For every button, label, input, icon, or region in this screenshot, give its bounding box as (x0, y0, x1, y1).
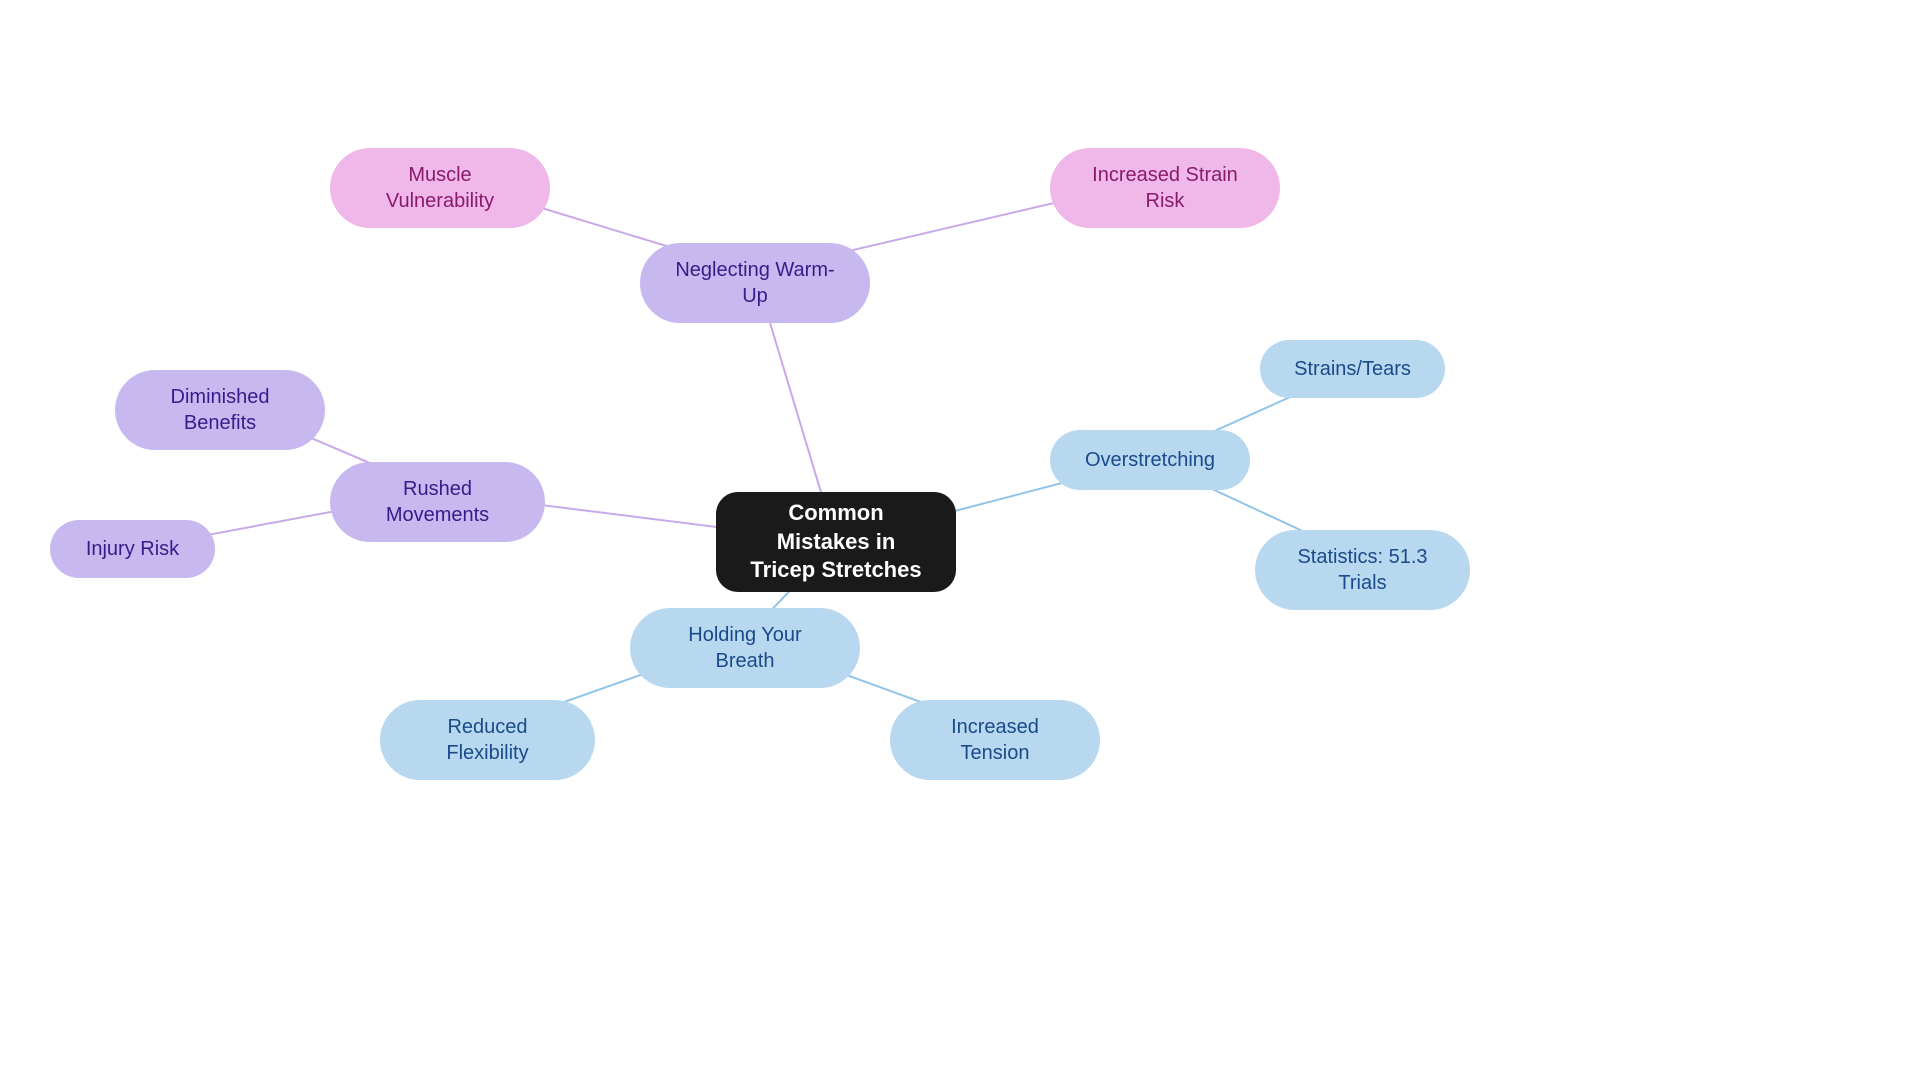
overstretching-node: Overstretching (1050, 430, 1250, 490)
muscle-vulnerability-node: Muscle Vulnerability (330, 148, 550, 228)
injury-risk-node: Injury Risk (50, 520, 215, 578)
center-label: Common Mistakes in Tricep Stretches (744, 499, 928, 585)
holding-breath-node: Holding Your Breath (630, 608, 860, 688)
increased-tension-node: Increased Tension (890, 700, 1100, 780)
center-node: Common Mistakes in Tricep Stretches (716, 492, 956, 592)
statistics-node: Statistics: 51.3 Trials (1255, 530, 1470, 610)
increased-strain-risk-node: Increased Strain Risk (1050, 148, 1280, 228)
rushed-movements-node: Rushed Movements (330, 462, 545, 542)
neglecting-warmup-node: Neglecting Warm-Up (640, 243, 870, 323)
strains-tears-node: Strains/Tears (1260, 340, 1445, 398)
diminished-benefits-node: Diminished Benefits (115, 370, 325, 450)
reduced-flexibility-node: Reduced Flexibility (380, 700, 595, 780)
